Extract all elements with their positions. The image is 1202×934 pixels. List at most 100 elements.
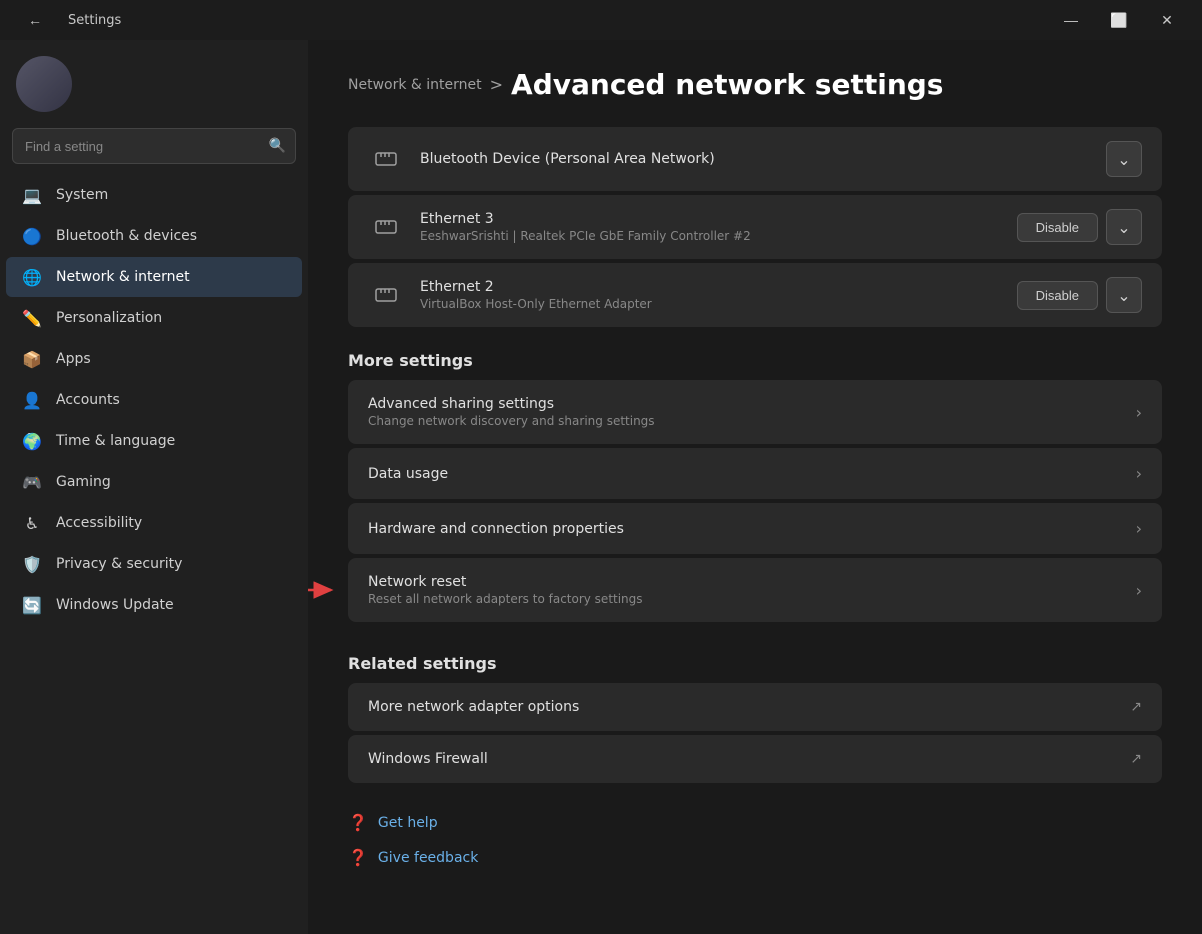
more-settings-row-hw-connection[interactable]: Hardware and connection properties › [348,503,1162,554]
sidebar-item-bluetooth[interactable]: 🔵 Bluetooth & devices [6,216,302,256]
ethernet-icon [374,215,398,239]
adapter-icon-1 [368,209,404,245]
accounts-icon: 👤 [22,390,42,410]
apps-icon: 📦 [22,349,42,369]
sidebar-item-gaming[interactable]: 🎮 Gaming [6,462,302,502]
more-settings-section: More settings Advanced sharing settings … [308,331,1202,622]
related-settings-row-windows-firewall[interactable]: Windows Firewall ↗ [348,735,1162,783]
accessibility-icon: ♿ [22,513,42,533]
personalization-icon: ✏️ [22,308,42,328]
settings-row-desc-network-reset: Reset all network adapters to factory se… [368,592,1124,606]
sidebar-item-system[interactable]: 💻 System [6,175,302,215]
help-label-give-feedback: Give feedback [378,850,478,866]
adapter-actions-0: ⌄ [1106,141,1142,177]
sidebar-item-label-time: Time & language [56,433,175,449]
adapter-icon-0 [368,141,404,177]
disable-button-1[interactable]: Disable [1017,213,1098,242]
adapter-card-0: Bluetooth Device (Personal Area Network)… [348,127,1162,191]
close-button[interactable]: ✕ [1144,5,1190,35]
help-icon-get-help: ❓ [348,813,368,832]
time-icon: 🌍 [22,431,42,451]
help-section: ❓ Get help ❓ Give feedback [308,787,1202,873]
red-arrow-annotation [308,578,343,602]
adapter-info-1: Ethernet 3 EeshwarSrishti | Realtek PCIe… [420,211,1001,243]
sidebar-item-label-accessibility: Accessibility [56,515,142,531]
adapter-info-2: Ethernet 2 VirtualBox Host-Only Ethernet… [420,279,1001,311]
privacy-icon: 🛡️ [22,554,42,574]
maximize-button[interactable]: ⬜ [1096,5,1142,35]
sidebar-item-privacy[interactable]: 🛡️ Privacy & security [6,544,302,584]
expand-button-0[interactable]: ⌄ [1106,141,1142,177]
system-icon: 💻 [22,185,42,205]
adapter-info-0: Bluetooth Device (Personal Area Network) [420,151,1090,167]
more-settings-row-advanced-sharing[interactable]: Advanced sharing settings Change network… [348,380,1162,444]
sidebar-item-personalization[interactable]: ✏️ Personalization [6,298,302,338]
expand-button-2[interactable]: ⌄ [1106,277,1142,313]
help-label-get-help: Get help [378,815,438,831]
breadcrumb-separator: > [490,75,503,94]
content-header: Network & internet > Advanced network se… [308,40,1202,127]
adapter-name-1: Ethernet 3 [420,211,1001,227]
back-button[interactable]: ← [12,5,58,35]
page-title: Advanced network settings [511,68,943,101]
related-settings-list: More network adapter options ↗ Windows F… [308,683,1202,783]
settings-row-title-hw-connection: Hardware and connection properties [368,521,1124,537]
help-item-give-feedback[interactable]: ❓ Give feedback [348,842,1162,873]
settings-row-title-network-reset: Network reset [368,574,1124,590]
sidebar-item-label-privacy: Privacy & security [56,556,182,572]
chevron-right-icon-hw-connection: › [1136,519,1142,538]
more-settings-row-network-reset[interactable]: Network reset Reset all network adapters… [348,558,1162,622]
related-settings-heading: Related settings [308,634,1202,683]
related-row-content-windows-firewall: Windows Firewall [368,751,1118,767]
adapter-name-2: Ethernet 2 [420,279,1001,295]
sidebar-nav: 💻 System 🔵 Bluetooth & devices 🌐 Network… [0,174,308,626]
more-settings-row-data-usage[interactable]: Data usage › [348,448,1162,499]
help-icon-give-feedback: ❓ [348,848,368,867]
more-settings-list: Advanced sharing settings Change network… [308,380,1202,622]
sidebar-item-label-apps: Apps [56,351,91,367]
network-icon: 🌐 [22,267,42,287]
sidebar-item-network[interactable]: 🌐 Network & internet [6,257,302,297]
adapter-actions-1: Disable ⌄ [1017,209,1142,245]
chevron-right-icon-data-usage: › [1136,464,1142,483]
titlebar-title: Settings [68,13,121,28]
search-input[interactable] [12,128,296,164]
adapter-name-0: Bluetooth Device (Personal Area Network) [420,151,1090,167]
ethernet-icon [374,147,398,171]
sidebar-item-accessibility[interactable]: ♿ Accessibility [6,503,302,543]
ethernet-icon [374,283,398,307]
sidebar: 🔍 💻 System 🔵 Bluetooth & devices 🌐 Netwo… [0,40,308,934]
sidebar-item-apps[interactable]: 📦 Apps [6,339,302,379]
titlebar-controls: — ⬜ ✕ [1048,5,1190,35]
bluetooth-icon: 🔵 [22,226,42,246]
help-item-get-help[interactable]: ❓ Get help [348,807,1162,838]
gaming-icon: 🎮 [22,472,42,492]
settings-row-content-advanced-sharing: Advanced sharing settings Change network… [368,396,1124,428]
disable-button-2[interactable]: Disable [1017,281,1098,310]
sidebar-item-update[interactable]: 🔄 Windows Update [6,585,302,625]
app-container: 🔍 💻 System 🔵 Bluetooth & devices 🌐 Netwo… [0,40,1202,934]
related-settings-section: Related settings More network adapter op… [308,634,1202,783]
external-link-icon-windows-firewall: ↗ [1130,751,1142,767]
related-settings-row-more-adapter-options[interactable]: More network adapter options ↗ [348,683,1162,731]
sidebar-item-label-personalization: Personalization [56,310,162,326]
update-icon: 🔄 [22,595,42,615]
sidebar-item-label-system: System [56,187,108,203]
sidebar-profile [0,40,308,122]
sidebar-item-label-bluetooth: Bluetooth & devices [56,228,197,244]
content-area: Network & internet > Advanced network se… [308,40,1202,934]
sidebar-item-accounts[interactable]: 👤 Accounts [6,380,302,420]
related-row-title-more-adapter-options: More network adapter options [368,699,1118,715]
sidebar-item-label-gaming: Gaming [56,474,111,490]
settings-row-title-advanced-sharing: Advanced sharing settings [368,396,1124,412]
related-row-content-more-adapter-options: More network adapter options [368,699,1118,715]
minimize-button[interactable]: — [1048,5,1094,35]
sidebar-item-time[interactable]: 🌍 Time & language [6,421,302,461]
expand-button-1[interactable]: ⌄ [1106,209,1142,245]
adapter-card-1: Ethernet 3 EeshwarSrishti | Realtek PCIe… [348,195,1162,259]
adapter-actions-2: Disable ⌄ [1017,277,1142,313]
settings-row-title-data-usage: Data usage [368,466,1124,482]
breadcrumb: Network & internet > Advanced network se… [348,68,1162,101]
sidebar-item-label-network: Network & internet [56,269,190,285]
settings-row-content-hw-connection: Hardware and connection properties [368,521,1124,537]
